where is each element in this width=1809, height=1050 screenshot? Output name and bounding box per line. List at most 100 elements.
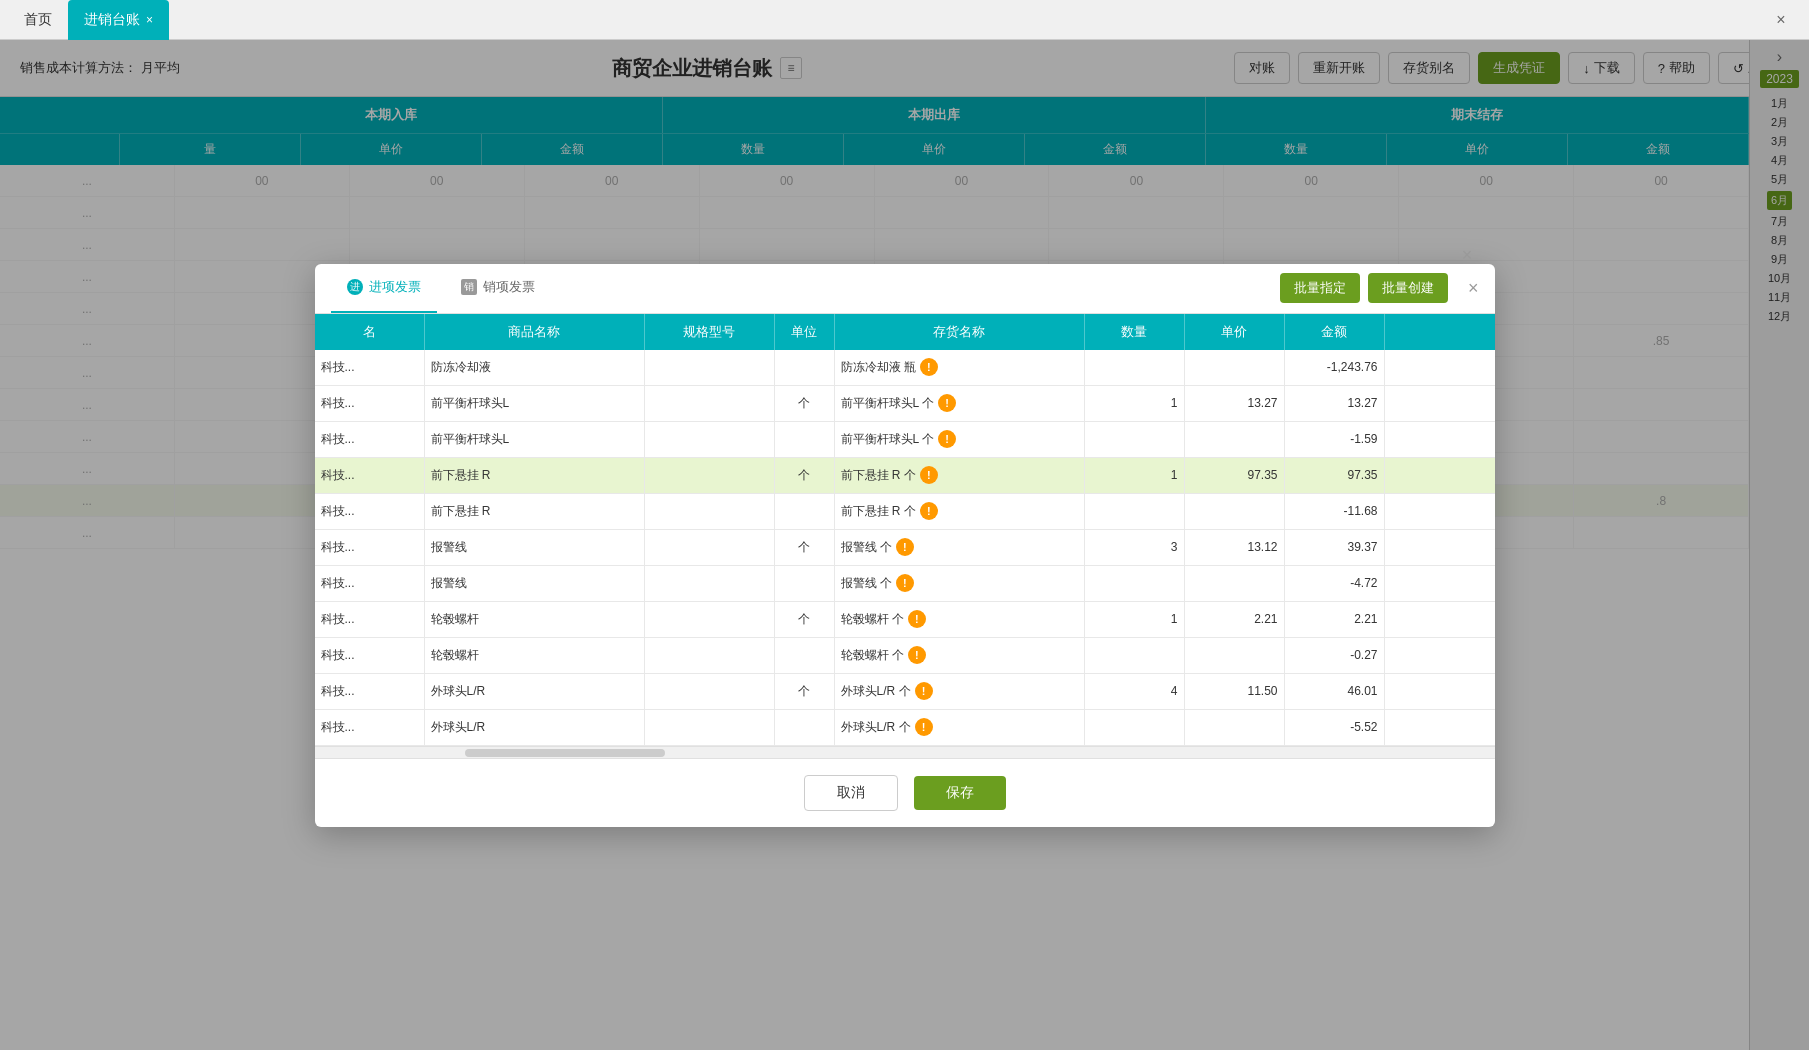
table-cell: 科技... [315,674,425,709]
window-close-button[interactable]: × [1769,8,1793,32]
warning-icon: ! [896,538,914,556]
modal-header-close-btn[interactable]: × [1468,278,1479,299]
table-cell [775,710,835,745]
modal-dialog: 进 进项发票 销 销项发票 批量指定 批量创建 × 名 商品名称 [315,264,1495,827]
modal-close-button[interactable]: × [1455,243,1479,267]
table-cell: 科技... [315,350,425,385]
table-cell [1185,566,1285,601]
tab-ledger[interactable]: 进销台账 × [68,0,169,40]
th-name: 名 [315,314,425,350]
table-cell [1185,638,1285,673]
save-button[interactable]: 保存 [914,776,1006,810]
table-cell: 39.37 [1285,530,1385,565]
modal-scrollbar[interactable] [315,746,1495,758]
table-row[interactable]: 科技...前下悬挂 R个前下悬挂 R 个!197.3597.35 [315,458,1495,494]
table-cell: 11.50 [1185,674,1285,709]
warning-icon: ! [920,502,938,520]
purchase-invoice-tab-icon: 进 [347,279,363,295]
modal-backdrop: × 进 进项发票 销 销项发票 批量指定 批量创建 × [0,40,1809,1050]
th-qty: 数量 [1085,314,1185,350]
table-cell: 外球头L/R 个! [835,674,1085,709]
table-cell: 前平衡杆球头L [425,386,645,421]
table-row[interactable]: 科技...报警线报警线 个!-4.72 [315,566,1495,602]
table-cell [645,602,775,637]
th-inventory: 存货名称 [835,314,1085,350]
table-cell [645,674,775,709]
th-spec: 规格型号 [645,314,775,350]
modal-scrollbar-thumb[interactable] [465,749,665,757]
table-cell: 科技... [315,458,425,493]
table-cell: 报警线 [425,566,645,601]
table-cell [775,494,835,529]
table-cell [645,638,775,673]
table-cell: 个 [775,602,835,637]
table-cell: -4.72 [1285,566,1385,601]
modal-table-header: 名 商品名称 规格型号 单位 存货名称 数量 单价 金额 [315,314,1495,350]
table-cell [775,350,835,385]
tab-home[interactable]: 首页 [8,0,68,40]
table-cell: 报警线 [425,530,645,565]
table-cell: 46.01 [1285,674,1385,709]
tab-sales-invoice[interactable]: 销 销项发票 [445,264,551,314]
table-cell: 报警线 个! [835,530,1085,565]
table-cell: 3 [1085,530,1185,565]
table-cell: 轮毂螺杆 个! [835,638,1085,673]
table-cell: -1.59 [1285,422,1385,457]
cancel-button[interactable]: 取消 [804,775,898,811]
th-amount: 金额 [1285,314,1385,350]
table-cell [645,710,775,745]
table-cell: 外球头L/R [425,710,645,745]
tab-purchase-invoice[interactable]: 进 进项发票 [331,264,437,314]
table-cell [1185,710,1285,745]
table-cell: -0.27 [1285,638,1385,673]
table-cell: 前平衡杆球头L 个! [835,386,1085,421]
table-cell [1085,638,1185,673]
table-cell: -1,243.76 [1285,350,1385,385]
table-cell [1185,422,1285,457]
table-cell: 97.35 [1285,458,1385,493]
table-cell [645,386,775,421]
table-cell: 科技... [315,530,425,565]
table-cell: 科技... [315,422,425,457]
modal-table-body: 科技...防冻冷却液防冻冷却液 瓶!-1,243.76科技...前平衡杆球头L个… [315,350,1495,746]
table-row[interactable]: 科技...前平衡杆球头L前平衡杆球头L 个!-1.59 [315,422,1495,458]
table-row[interactable]: 科技...防冻冷却液防冻冷却液 瓶!-1,243.76 [315,350,1495,386]
table-cell [645,530,775,565]
table-cell: 科技... [315,386,425,421]
table-cell [1085,710,1185,745]
warning-icon: ! [915,718,933,736]
table-cell: 轮毂螺杆 [425,602,645,637]
table-cell: 1 [1085,602,1185,637]
table-row[interactable]: 科技...轮毂螺杆个轮毂螺杆 个!12.212.21 [315,602,1495,638]
tab-close-icon[interactable]: × [146,13,153,27]
table-cell [1185,494,1285,529]
table-cell [775,638,835,673]
table-cell: 13.27 [1285,386,1385,421]
table-cell: 前下悬挂 R 个! [835,458,1085,493]
table-cell: 外球头L/R 个! [835,710,1085,745]
table-cell: 13.27 [1185,386,1285,421]
table-row[interactable]: 科技...前平衡杆球头L个前平衡杆球头L 个!113.2713.27 [315,386,1495,422]
table-cell: -11.68 [1285,494,1385,529]
table-row[interactable]: 科技...外球头L/R个外球头L/R 个!411.5046.01 [315,674,1495,710]
table-cell [775,422,835,457]
table-row[interactable]: 科技...外球头L/R外球头L/R 个!-5.52 [315,710,1495,746]
table-cell: 外球头L/R [425,674,645,709]
table-row[interactable]: 科技...轮毂螺杆轮毂螺杆 个!-0.27 [315,638,1495,674]
table-cell [645,458,775,493]
table-cell: 科技... [315,494,425,529]
modal-header: 进 进项发票 销 销项发票 批量指定 批量创建 × [315,264,1495,314]
table-row[interactable]: 科技...前下悬挂 R前下悬挂 R 个!-11.68 [315,494,1495,530]
table-cell [645,350,775,385]
batch-assign-button[interactable]: 批量指定 [1280,273,1360,303]
th-unit: 单位 [775,314,835,350]
batch-create-button[interactable]: 批量创建 [1368,273,1448,303]
table-row[interactable]: 科技...报警线个报警线 个!313.1239.37 [315,530,1495,566]
table-cell: 个 [775,674,835,709]
table-cell: 科技... [315,566,425,601]
table-cell [1085,494,1185,529]
table-cell: 防冻冷却液 瓶! [835,350,1085,385]
table-cell: 个 [775,530,835,565]
table-cell [1085,350,1185,385]
warning-icon: ! [920,466,938,484]
